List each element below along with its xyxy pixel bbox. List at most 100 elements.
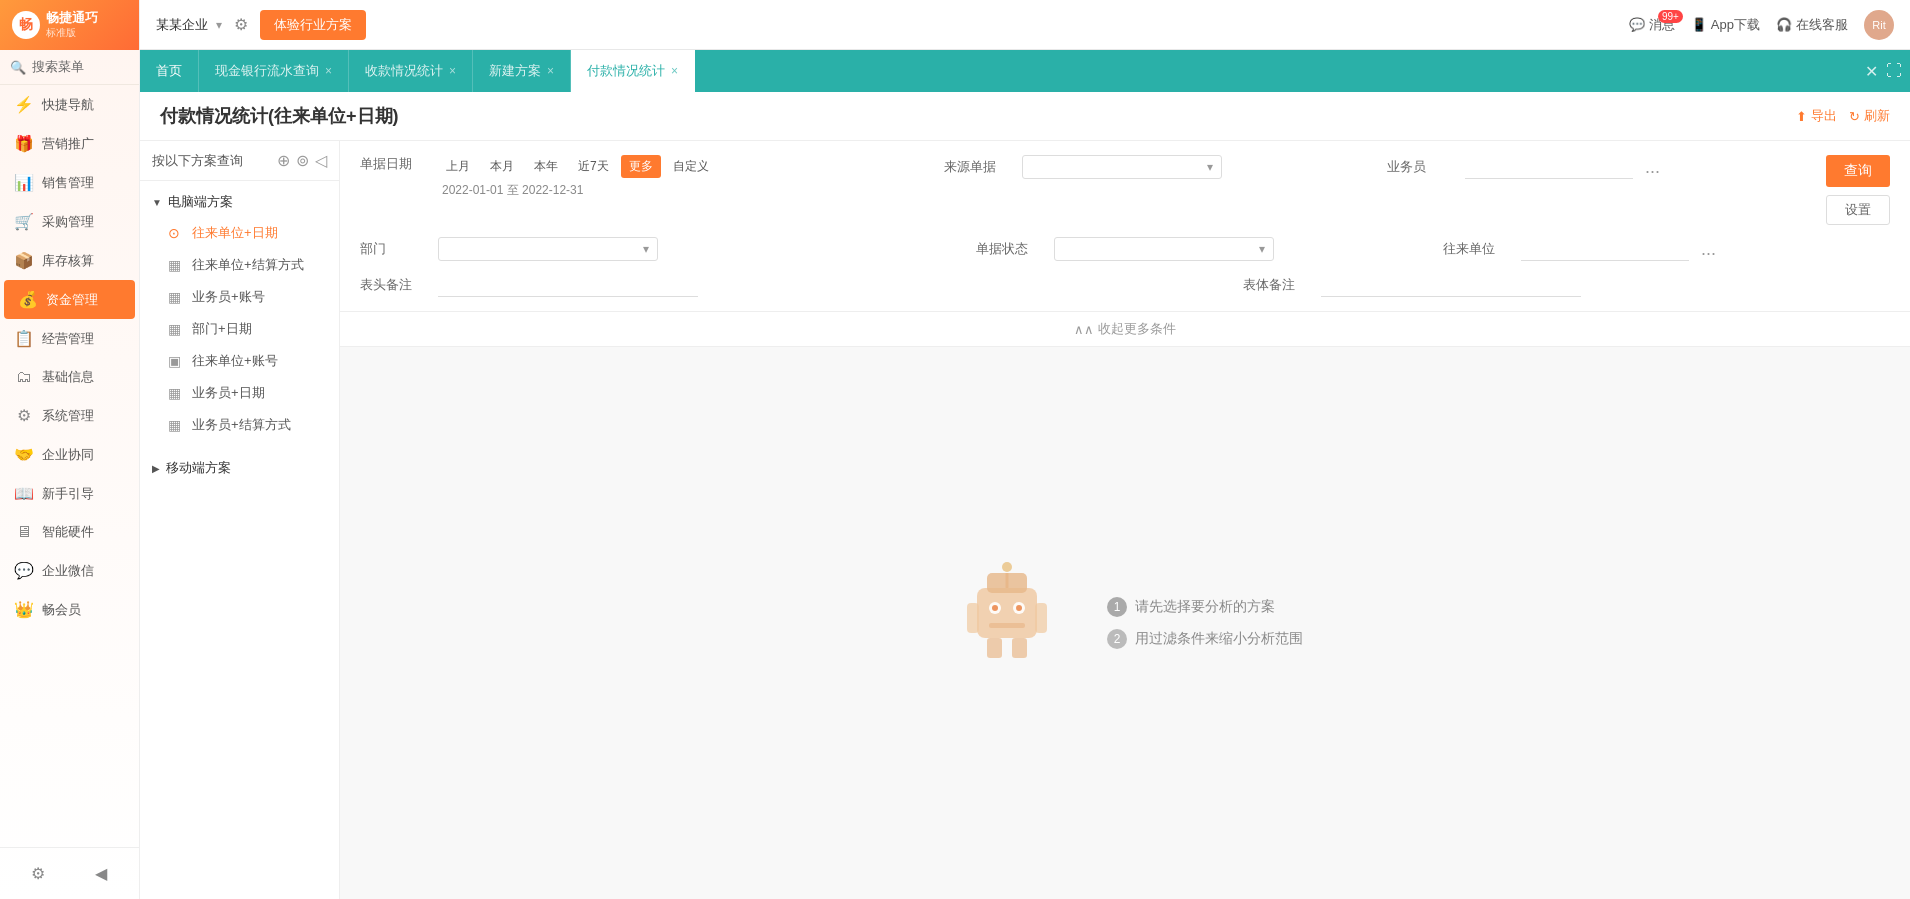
staff-dots[interactable]: ... — [1641, 157, 1664, 178]
settings-footer-btn[interactable]: ⚙ — [10, 858, 66, 889]
sidebar-item-wechat[interactable]: 💬 企业微信 — [0, 551, 139, 590]
user-avatar[interactable]: Rit — [1864, 10, 1894, 40]
scheme-item-unit-account[interactable]: ▣ 往来单位+账号 — [140, 345, 339, 377]
related-unit-dots[interactable]: ... — [1697, 239, 1720, 260]
empty-illustration — [947, 553, 1067, 694]
scheme-item-unit-settle[interactable]: ▦ 往来单位+结算方式 — [140, 249, 339, 281]
close-receipt-tab[interactable]: × — [449, 64, 456, 78]
tabbar: 首页 现金银行流水查询 × 收款情况统计 × 新建方案 × 付款情况统计 × ✕… — [140, 50, 1910, 92]
sales-icon: 📊 — [14, 173, 34, 192]
sidebar-item-business[interactable]: 📋 经营管理 — [0, 319, 139, 358]
body-remark-label: 表体备注 — [1243, 276, 1313, 294]
sidebar-item-enterprise[interactable]: 🤝 企业协同 — [0, 435, 139, 474]
sidebar-item-finance[interactable]: 💰 资金管理 — [4, 280, 135, 319]
last-month-btn[interactable]: 上月 — [438, 155, 478, 178]
export-btn[interactable]: ⬆ 导出 — [1796, 107, 1837, 125]
refresh-btn[interactable]: ↻ 刷新 — [1849, 107, 1890, 125]
sidebar-item-inventory[interactable]: 📦 库存核算 — [0, 241, 139, 280]
maximize-btn[interactable]: ⛶ — [1886, 62, 1902, 80]
sidebar-item-purchase[interactable]: 🛒 采购管理 — [0, 202, 139, 241]
finance-icon: 💰 — [18, 290, 38, 309]
shortcut-icon: ⚡ — [14, 95, 34, 114]
logo-icon: 畅 — [12, 11, 40, 39]
scheme-panel-header: 按以下方案查询 ⊕ ⊚ ◁ — [140, 141, 339, 181]
sidebar-item-shortcut[interactable]: ⚡ 快捷导航 — [0, 85, 139, 124]
dept-select[interactable]: ▾ — [438, 237, 658, 261]
sidebar-item-member[interactable]: 👑 畅会员 — [0, 590, 139, 629]
tab-receipt[interactable]: 收款情况统计 × — [349, 50, 473, 92]
sidebar-item-sales[interactable]: 📊 销售管理 — [0, 163, 139, 202]
this-month-btn[interactable]: 本月 — [482, 155, 522, 178]
logo-text: 畅捷通巧 标准版 — [46, 10, 98, 40]
page-actions: ⬆ 导出 ↻ 刷新 — [1796, 107, 1890, 125]
header-remark-label: 表头备注 — [360, 276, 430, 294]
app-download-btn[interactable]: 📱 App下载 — [1691, 16, 1760, 34]
close-window-btn[interactable]: ✕ — [1865, 62, 1878, 81]
source-select[interactable]: ▾ — [1022, 155, 1222, 179]
mobile-group-header[interactable]: ▶ 移动端方案 — [140, 453, 339, 483]
data-area: 1 请先选择要分析的方案 2 用过滤条件来缩小分析范围 — [340, 347, 1910, 899]
trial-btn[interactable]: 体验行业方案 — [260, 10, 366, 40]
tab-home[interactable]: 首页 — [140, 50, 199, 92]
sidebar-item-basic[interactable]: 🗂 基础信息 — [0, 358, 139, 396]
date-label: 单据日期 — [360, 155, 430, 173]
query-btn[interactable]: 查询 — [1826, 155, 1890, 187]
online-service-btn[interactable]: 🎧 在线客服 — [1776, 16, 1848, 34]
scheme-item-unit-date[interactable]: ⊙ 往来单位+日期 — [140, 217, 339, 249]
collapse-btn[interactable]: ∧∧ 收起更多条件 — [1074, 320, 1176, 338]
this-year-btn[interactable]: 本年 — [526, 155, 566, 178]
custom-date-btn[interactable]: 自定义 — [665, 155, 717, 178]
scheme-item-staff-account[interactable]: ▦ 业务员+账号 — [140, 281, 339, 313]
collapse-icon: ∧∧ — [1074, 322, 1094, 337]
topbar-company-area: 某某企业 ▾ — [156, 16, 222, 34]
scheme-item-dept-date[interactable]: ▦ 部门+日期 — [140, 313, 339, 345]
body-remark-input[interactable] — [1321, 273, 1581, 297]
sidebar-item-guide[interactable]: 📖 新手引导 — [0, 474, 139, 513]
sidebar-item-system[interactable]: ⚙ 系统管理 — [0, 396, 139, 435]
tab-cashflow[interactable]: 现金银行流水查询 × — [199, 50, 349, 92]
guide-icon: 📖 — [14, 484, 34, 503]
scheme-item-staff-settle[interactable]: ▦ 业务员+结算方式 — [140, 409, 339, 441]
collapse-sidebar-btn[interactable]: ◀ — [74, 858, 130, 889]
purchase-icon: 🛒 — [14, 212, 34, 231]
last7-btn[interactable]: 近7天 — [570, 155, 617, 178]
inventory-icon: 📦 — [14, 251, 34, 270]
desktop-group-arrow: ▼ — [152, 197, 162, 208]
svg-rect-11 — [1012, 638, 1027, 658]
staff-input[interactable] — [1465, 155, 1633, 179]
sidebar-item-marketing[interactable]: 🎁 营销推广 — [0, 124, 139, 163]
doc-status-select-arrow: ▾ — [1259, 242, 1265, 256]
app-icon: 📱 — [1691, 17, 1707, 32]
empty-hints: 1 请先选择要分析的方案 2 用过滤条件来缩小分析范围 — [1107, 597, 1303, 649]
svg-rect-10 — [987, 638, 1002, 658]
close-cashflow-tab[interactable]: × — [325, 64, 332, 78]
hardware-icon: 🖥 — [14, 523, 34, 541]
desktop-group-header[interactable]: ▼ 电脑端方案 — [140, 187, 339, 217]
settings-btn[interactable]: 设置 — [1826, 195, 1890, 225]
svg-point-5 — [992, 605, 998, 611]
scheme-item-staff-date[interactable]: ▦ 业务员+日期 — [140, 377, 339, 409]
header-remark-input[interactable] — [438, 273, 698, 297]
source-label: 来源单据 — [944, 158, 1014, 176]
scheme-icon-5: ▣ — [168, 353, 184, 369]
more-date-btn[interactable]: 更多 — [621, 155, 661, 178]
search-menu[interactable]: 🔍 搜索菜单 — [0, 50, 139, 85]
sidebar-item-hardware[interactable]: 🖥 智能硬件 — [0, 513, 139, 551]
topbar-gear-icon[interactable]: ⚙ — [234, 15, 248, 34]
collapse-panel-icon[interactable]: ◁ — [315, 151, 327, 170]
date-range-display: 2022-01-01 至 2022-12-31 — [442, 182, 717, 199]
related-unit-input[interactable] — [1521, 237, 1689, 261]
collapse-area: ∧∧ 收起更多条件 — [340, 312, 1910, 347]
scheme-panel-actions: ⊕ ⊚ ◁ — [277, 151, 327, 170]
empty-state: 1 请先选择要分析的方案 2 用过滤条件来缩小分析范围 — [947, 553, 1303, 694]
tab-payment[interactable]: 付款情况统计 × — [571, 50, 695, 92]
tab-new[interactable]: 新建方案 × — [473, 50, 571, 92]
close-payment-tab[interactable]: × — [671, 64, 678, 78]
message-btn[interactable]: 💬 消息 99+ — [1629, 16, 1675, 34]
marketing-icon: 🎁 — [14, 134, 34, 153]
scheme-settings-icon[interactable]: ⊚ — [296, 151, 309, 170]
company-dropdown-arrow[interactable]: ▾ — [216, 18, 222, 32]
close-new-tab[interactable]: × — [547, 64, 554, 78]
doc-status-select[interactable]: ▾ — [1054, 237, 1274, 261]
add-scheme-icon[interactable]: ⊕ — [277, 151, 290, 170]
